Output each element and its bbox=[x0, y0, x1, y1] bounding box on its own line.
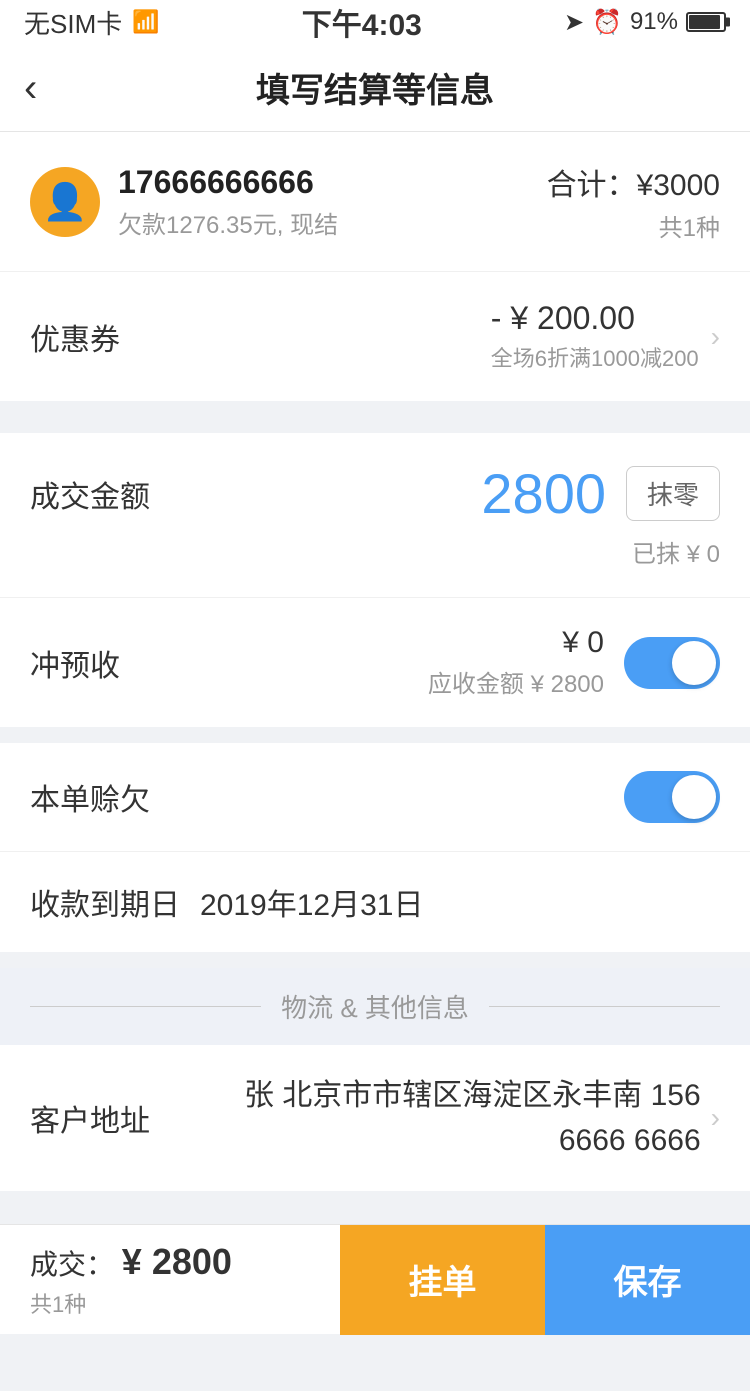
round-button[interactable]: 抹零 bbox=[626, 466, 720, 521]
customer-right: 合计：¥3000 共1种 bbox=[547, 160, 720, 243]
status-left: 无SIM卡 📶 bbox=[24, 4, 160, 41]
debt-label: 本单赊欠 bbox=[30, 775, 150, 819]
avatar: 👤 bbox=[30, 167, 100, 237]
prepay-toggle[interactable] bbox=[624, 637, 720, 689]
customer-subtitle: 欠款1276.35元, 现结 bbox=[118, 205, 338, 240]
bottom-trans-value: ¥ 2800 bbox=[122, 1241, 232, 1282]
coupon-label: 优惠券 bbox=[30, 315, 120, 359]
customer-section: 👤 17666666666 欠款1276.35元, 现结 合计：¥3000 共1… bbox=[0, 132, 750, 401]
logistics-line-right bbox=[489, 1006, 720, 1007]
wifi-icon: 📶 bbox=[132, 9, 159, 35]
transaction-label: 成交金额 bbox=[30, 472, 150, 516]
prepay-right: ¥ 0 应收金额 ¥ 2800 bbox=[428, 626, 720, 699]
alarm-icon: ⏰ bbox=[592, 8, 622, 37]
transaction-sub: 已抹 ¥ 0 bbox=[632, 541, 720, 568]
debt-toggle-knob bbox=[672, 775, 716, 819]
battery-bar bbox=[686, 12, 726, 32]
address-label: 客户地址 bbox=[30, 1096, 150, 1140]
transaction-sub-row: 已抹 ¥ 0 bbox=[30, 534, 720, 569]
coupon-right: - ¥ 200.00 全场6折满1000减200 › bbox=[491, 300, 720, 373]
bottom-summary: 成交： ¥ 2800 共1种 bbox=[0, 1241, 340, 1319]
prepay-amount: ¥ 0 bbox=[428, 626, 604, 660]
save-button[interactable]: 保存 bbox=[545, 1225, 750, 1335]
debt-toggle[interactable] bbox=[624, 771, 720, 823]
section-divider-1 bbox=[0, 417, 750, 433]
bottom-trans-label: 成交： bbox=[30, 1249, 114, 1280]
back-button[interactable]: ‹ bbox=[24, 68, 37, 108]
logistics-line-left bbox=[30, 1006, 261, 1007]
coupon-discount: - ¥ 200.00 bbox=[491, 300, 699, 337]
bottom-bar: 成交： ¥ 2800 共1种 挂单 保存 bbox=[0, 1224, 750, 1334]
prepay-label: 冲预收 bbox=[30, 641, 120, 685]
status-time: 下午4:03 bbox=[302, 0, 422, 44]
toggle-knob bbox=[672, 641, 716, 685]
location-icon: ➤ bbox=[564, 8, 584, 37]
address-row[interactable]: 客户地址 张 北京市市辖区海淀区永丰南 156 6666 6666 › bbox=[0, 1045, 750, 1191]
logistics-header: 物流 & 其他信息 bbox=[0, 952, 750, 1045]
debt-section: 本单赊欠 bbox=[0, 727, 750, 851]
prepay-amount-col: ¥ 0 应收金额 ¥ 2800 bbox=[428, 626, 604, 699]
content: 👤 17666666666 欠款1276.35元, 现结 合计：¥3000 共1… bbox=[0, 132, 750, 1391]
logistics-text: 物流 & 其他信息 bbox=[281, 988, 469, 1025]
prepay-sub: 应收金额 ¥ 2800 bbox=[428, 664, 604, 699]
customer-row: 👤 17666666666 欠款1276.35元, 现结 合计：¥3000 共1… bbox=[0, 132, 750, 271]
battery-fill bbox=[689, 15, 720, 29]
customer-left: 👤 17666666666 欠款1276.35元, 现结 bbox=[30, 164, 338, 240]
coupon-row[interactable]: 优惠券 - ¥ 200.00 全场6折满1000减200 › bbox=[0, 271, 750, 401]
hang-order-button[interactable]: 挂单 bbox=[340, 1225, 545, 1335]
due-date-inner: 收款到期日 2019年12月31日 bbox=[30, 880, 720, 924]
nav-title: 填写结算等信息 bbox=[256, 63, 494, 112]
coupon-info: - ¥ 200.00 全场6折满1000减200 bbox=[491, 300, 699, 373]
bottom-count: 共1种 bbox=[30, 1287, 310, 1319]
total-amount: 合计：¥3000 bbox=[547, 160, 720, 204]
transaction-amount-row: 2800 抹零 bbox=[481, 461, 720, 526]
address-right: 张 北京市市辖区海淀区永丰南 156 6666 6666 › bbox=[170, 1073, 720, 1163]
customer-phone: 17666666666 bbox=[118, 164, 338, 201]
bottom-trans-amount: 成交： ¥ 2800 bbox=[30, 1241, 310, 1283]
customer-info: 17666666666 欠款1276.35元, 现结 bbox=[118, 164, 338, 240]
transaction-row: 成交金额 2800 抹零 bbox=[30, 461, 720, 526]
status-right: ➤ ⏰ 91% bbox=[564, 8, 726, 37]
due-date-label: 收款到期日 bbox=[30, 880, 180, 924]
transaction-amount: 2800 bbox=[481, 461, 606, 526]
total-count: 共1种 bbox=[547, 208, 720, 243]
prepay-row: 冲预收 ¥ 0 应收金额 ¥ 2800 bbox=[0, 597, 750, 727]
carrier-text: 无SIM卡 bbox=[24, 4, 122, 41]
transaction-section: 成交金额 2800 抹零 已抹 ¥ 0 bbox=[0, 433, 750, 597]
coupon-arrow-icon: › bbox=[711, 321, 720, 353]
address-value: 张 北京市市辖区海淀区永丰南 156 6666 6666 bbox=[170, 1073, 701, 1163]
due-date-section: 收款到期日 2019年12月31日 bbox=[0, 851, 750, 952]
battery-percent: 91% bbox=[630, 8, 678, 36]
nav-bar: ‹ 填写结算等信息 bbox=[0, 44, 750, 132]
address-arrow-icon: › bbox=[711, 1102, 720, 1134]
due-date-value: 2019年12月31日 bbox=[200, 880, 423, 924]
coupon-detail: 全场6折满1000减200 bbox=[491, 341, 699, 373]
status-bar: 无SIM卡 📶 下午4:03 ➤ ⏰ 91% bbox=[0, 0, 750, 44]
avatar-icon: 👤 bbox=[43, 181, 88, 223]
battery-tip bbox=[726, 18, 730, 27]
